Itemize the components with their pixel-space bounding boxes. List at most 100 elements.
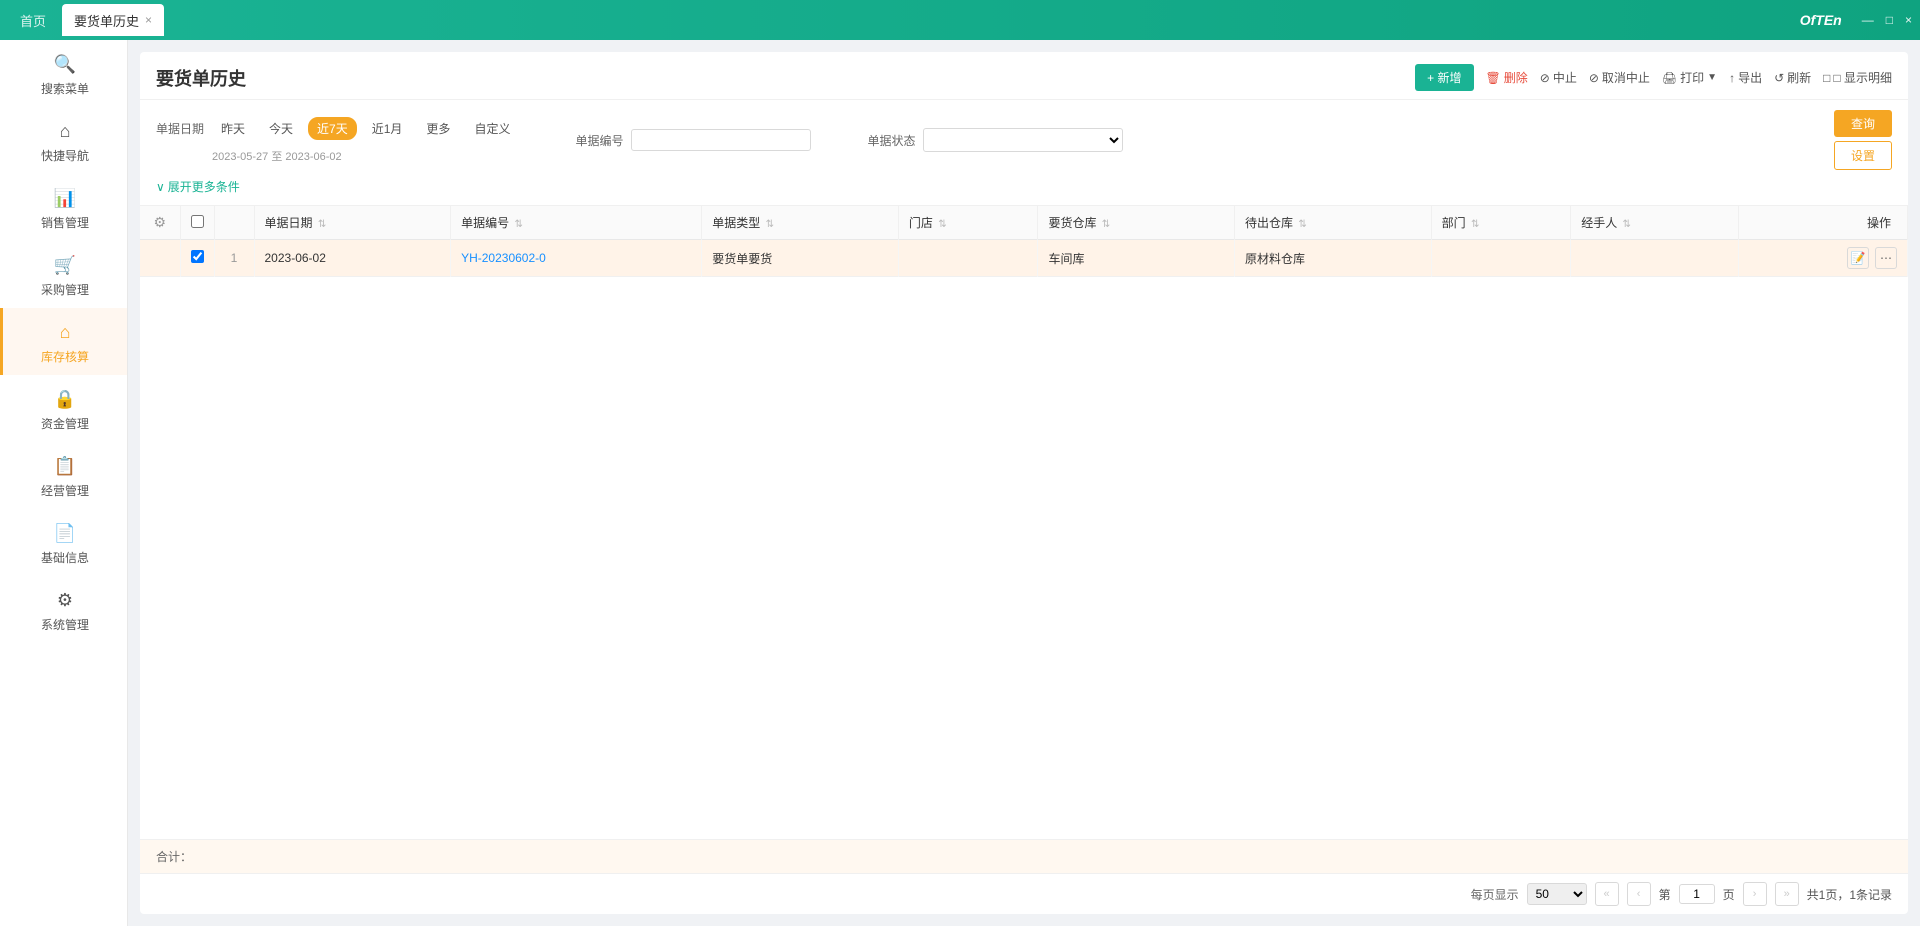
op-more-icon[interactable]: ⋯ — [1875, 247, 1897, 269]
sidebar-item-sales-mgmt[interactable]: 📊 销售管理 — [0, 174, 127, 241]
col-doc-type[interactable]: 单据类型 ⇅ — [702, 206, 899, 240]
stop-button[interactable]: ⊘ 中止 — [1540, 69, 1577, 86]
minimize-btn[interactable]: — — [1862, 13, 1874, 27]
display-detail-button[interactable]: □ □ 显示明细 — [1823, 69, 1892, 86]
doc-status-select[interactable] — [923, 128, 1123, 152]
col-settings[interactable]: ⚙ — [140, 206, 180, 240]
home-tab[interactable]: 首页 — [8, 4, 58, 36]
export-label: 导出 — [1738, 69, 1762, 86]
col-doc-date-sort-icon: ⇅ — [318, 219, 326, 230]
print-label: 打印 — [1680, 69, 1704, 86]
per-page-select[interactable]: 50 10 20 100 — [1527, 883, 1587, 905]
sidebar-item-purchase-mgmt[interactable]: 🛒 采购管理 — [0, 241, 127, 308]
total-info: 共1页，1条记录 — [1807, 886, 1892, 903]
col-checkbox — [180, 206, 214, 240]
col-handler[interactable]: 经手人 ⇅ — [1571, 206, 1739, 240]
col-store-label: 门店 — [909, 216, 933, 230]
select-all-checkbox[interactable] — [191, 215, 204, 228]
table-footer-summary: 合计： — [140, 839, 1908, 873]
col-req-warehouse[interactable]: 要货仓库 ⇅ — [1038, 206, 1235, 240]
doc-no-input[interactable] — [631, 129, 811, 151]
page-header: 要货单历史 + 新增 🗑 删除 ⊘ 中止 ⊘ 取消中止 — [140, 52, 1908, 100]
date-buttons: 昨天 今天 近7天 近1月 更多 自定义 — [212, 117, 519, 140]
row-doc-no-link[interactable]: YH-20230602-0 — [461, 251, 546, 265]
date-btn-more[interactable]: 更多 — [417, 117, 459, 140]
basic-info-icon: 📄 — [53, 521, 77, 545]
quick-nav-icon: ⌂ — [53, 119, 77, 143]
date-btn-yesterday[interactable]: 昨天 — [212, 117, 254, 140]
row-checkbox[interactable] — [191, 250, 204, 263]
sidebar-item-search-menu[interactable]: 🔍 搜索菜单 — [0, 40, 127, 107]
sidebar-item-basic-info[interactable]: 📄 基础信息 — [0, 509, 127, 576]
sidebar-item-finance-mgmt[interactable]: 🔒 资金管理 — [0, 375, 127, 442]
doc-no-label: 单据编号 — [575, 132, 623, 149]
settings-button[interactable]: 设置 — [1834, 141, 1892, 170]
col-num — [214, 206, 254, 240]
col-req-warehouse-sort-icon: ⇅ — [1102, 219, 1110, 230]
sidebar-item-ops-mgmt[interactable]: 📋 经营管理 — [0, 442, 127, 509]
refresh-icon: ↺ — [1774, 71, 1784, 85]
col-doc-type-label: 单据类型 — [712, 216, 760, 230]
toolbar: + 新增 🗑 删除 ⊘ 中止 ⊘ 取消中止 🖨 打 — [1415, 64, 1892, 91]
first-page-btn[interactable]: « — [1595, 882, 1619, 906]
active-tab[interactable]: 要货单历史 × — [62, 4, 164, 36]
print-button[interactable]: 🖨 打印 ▼ — [1662, 69, 1717, 86]
expand-label: 展开更多条件 — [168, 178, 240, 195]
col-operation: 操作 — [1739, 206, 1908, 240]
sidebar-item-label-ops-mgmt: 经营管理 — [41, 482, 89, 499]
page-suffix: 页 — [1723, 886, 1735, 903]
last-page-btn[interactable]: » — [1775, 882, 1799, 906]
col-doc-date-label: 单据日期 — [265, 216, 313, 230]
row-settings — [140, 240, 180, 277]
cancel-stop-button[interactable]: ⊘ 取消中止 — [1589, 69, 1650, 86]
sidebar-item-sys-mgmt[interactable]: ⚙ 系统管理 — [0, 576, 127, 643]
sidebar-item-label-purchase-mgmt: 采购管理 — [41, 281, 89, 298]
top-bar: 首页 要货单历史 × OfTEn — □ × — [0, 0, 1920, 40]
home-tab-label: 首页 — [20, 11, 46, 30]
col-doc-no[interactable]: 单据编号 ⇅ — [451, 206, 702, 240]
sidebar-item-label-finance-mgmt: 资金管理 — [41, 415, 89, 432]
col-pending-warehouse-sort-icon: ⇅ — [1298, 219, 1306, 230]
maximize-btn[interactable]: □ — [1886, 13, 1893, 27]
table-row: 1 2023-06-02 YH-20230602-0 要货单要货 车间库 原材料… — [140, 240, 1908, 277]
next-page-btn[interactable]: › — [1743, 882, 1767, 906]
delete-icon: 🗑 — [1486, 71, 1501, 85]
op-edit-icon[interactable]: 📝 — [1847, 247, 1869, 269]
sidebar-item-label-sys-mgmt: 系统管理 — [41, 616, 89, 633]
cancel-stop-icon: ⊘ — [1589, 71, 1599, 85]
date-btn-custom[interactable]: 自定义 — [465, 117, 519, 140]
row-operation: 📝 ⋯ — [1739, 240, 1908, 277]
date-btn-1month[interactable]: 近1月 — [363, 117, 412, 140]
window-controls: OfTEn — □ × — [1800, 12, 1912, 28]
page-input[interactable] — [1679, 884, 1715, 904]
window-close-btn[interactable]: × — [1905, 13, 1912, 27]
col-doc-date[interactable]: 单据日期 ⇅ — [254, 206, 451, 240]
data-table: ⚙ 单据日期 ⇅ 单据编号 ⇅ — [140, 206, 1908, 277]
row-doc-date: 2023-06-02 — [254, 240, 451, 277]
new-button[interactable]: + 新增 — [1415, 64, 1473, 91]
cancel-stop-label: 取消中止 — [1602, 69, 1650, 86]
sidebar-item-quick-nav[interactable]: ⌂ 快捷导航 — [0, 107, 127, 174]
sidebar-item-label-basic-info: 基础信息 — [41, 549, 89, 566]
expand-button[interactable]: ∨ 展开更多条件 — [156, 178, 240, 195]
col-pending-warehouse[interactable]: 待出仓库 ⇅ — [1235, 206, 1432, 240]
row-store — [898, 240, 1038, 277]
finance-mgmt-icon: 🔒 — [53, 387, 77, 411]
col-doc-no-sort-icon: ⇅ — [514, 219, 522, 230]
date-btn-today[interactable]: 今天 — [260, 117, 302, 140]
close-tab-icon[interactable]: × — [145, 13, 152, 27]
export-button[interactable]: ↑ 导出 — [1729, 69, 1762, 86]
col-dept[interactable]: 部门 ⇅ — [1431, 206, 1571, 240]
col-store[interactable]: 门店 ⇅ — [898, 206, 1038, 240]
row-doc-type: 要货单要货 — [702, 240, 899, 277]
prev-page-btn[interactable]: ‹ — [1627, 882, 1651, 906]
date-btn-7days[interactable]: 近7天 — [308, 117, 357, 140]
refresh-button[interactable]: ↺ 刷新 — [1774, 69, 1811, 86]
page-card: 要货单历史 + 新增 🗑 删除 ⊘ 中止 ⊘ 取消中止 — [140, 52, 1908, 914]
sidebar: 🔍 搜索菜单 ⌂ 快捷导航 📊 销售管理 🛒 采购管理 ⌂ 库存核算 🔒 资金管… — [0, 40, 128, 926]
sidebar-item-inventory[interactable]: ⌂ 库存核算 — [0, 308, 127, 375]
main-layout: 🔍 搜索菜单 ⌂ 快捷导航 📊 销售管理 🛒 采购管理 ⌂ 库存核算 🔒 资金管… — [0, 40, 1920, 926]
query-button[interactable]: 查询 — [1834, 110, 1892, 137]
delete-button[interactable]: 🗑 删除 — [1486, 69, 1528, 86]
col-req-warehouse-label: 要货仓库 — [1048, 216, 1096, 230]
